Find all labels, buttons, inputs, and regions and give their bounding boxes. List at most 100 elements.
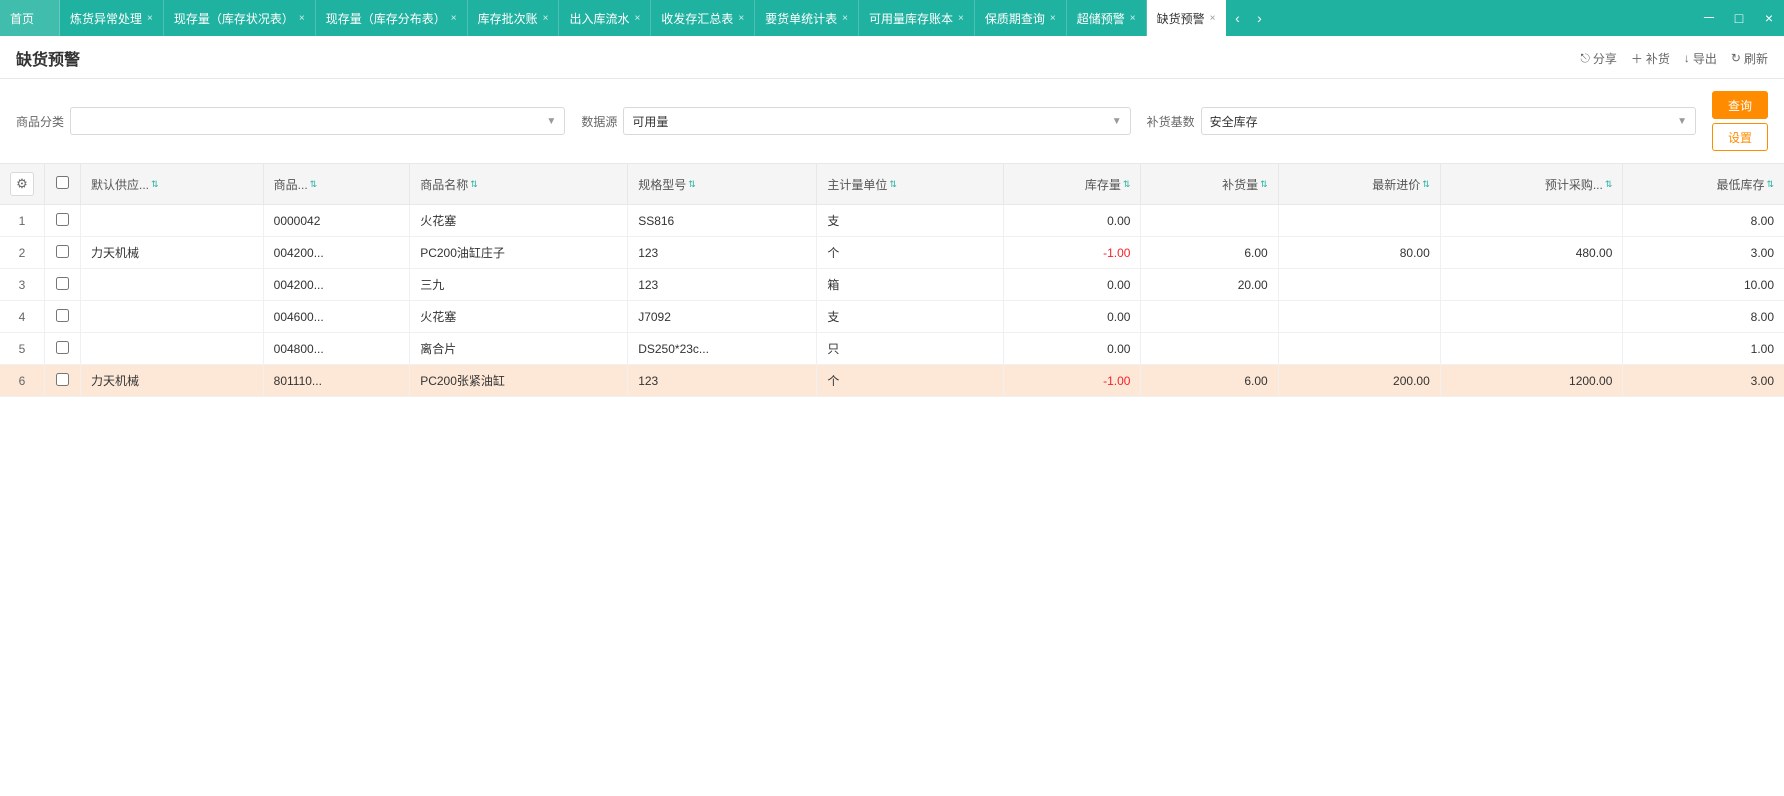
table-row: 2 力天机械 004200... PC200油缸庄子 123 个 -1.00 6… <box>0 237 1784 269</box>
th-stock: 库存量 ⇅ <box>1004 164 1141 205</box>
cell-name: 火花塞 <box>410 301 628 333</box>
tab-ydtj[interactable]: 要货单统计表 × <box>755 0 859 36</box>
tab-close-bqcx[interactable]: × <box>1050 13 1056 24</box>
export-action[interactable]: ↓ 导出 <box>1684 50 1717 67</box>
cell-name: 离合片 <box>410 333 628 365</box>
window-close-button[interactable]: × <box>1754 0 1784 36</box>
row-checkbox[interactable] <box>56 373 69 386</box>
row-checkbox[interactable] <box>56 213 69 226</box>
tab-close-crls[interactable]: × <box>634 13 640 24</box>
datasource-label: 数据源 <box>581 113 617 130</box>
cell-code: 004200... <box>263 237 410 269</box>
th-replenish-sort-icon: ⇅ <box>1260 179 1268 190</box>
cell-min-stock: 3.00 <box>1623 237 1784 269</box>
share-action[interactable]: ⎋ 分享 <box>1580 50 1617 67</box>
filter-buttons: 查询 设置 <box>1712 91 1768 151</box>
tab-xcfb[interactable]: 现存量（库存分布表） × <box>316 0 468 36</box>
tab-close-kyzh[interactable]: × <box>958 13 964 24</box>
cell-spec: 123 <box>628 237 817 269</box>
table-row: 4 004600... 火花塞 J7092 支 0.00 8.00 <box>0 301 1784 333</box>
tab-close-xcfb[interactable]: × <box>451 13 457 24</box>
category-label: 商品分类 <box>16 113 64 130</box>
th-spec-label: 规格型号 <box>638 176 686 193</box>
main-content: 缺货预警 ⎋ 分享 ＋ 补货 ↓ 导出 ↻ 刷新 商品分类 <box>0 36 1784 796</box>
tab-xczk[interactable]: 现存量（库存状况表） × <box>164 0 316 36</box>
th-min-stock-sort-icon: ⇅ <box>1766 179 1774 190</box>
th-estimated: 预计采购... ⇅ <box>1440 164 1623 205</box>
cell-supplier <box>81 301 264 333</box>
th-checkbox <box>45 164 81 205</box>
tab-lyjc[interactable]: 炼货异常处理 × <box>60 0 164 36</box>
tab-close-ccyj[interactable]: × <box>1130 13 1136 24</box>
tab-close-xczk[interactable]: × <box>299 13 305 24</box>
window-max-button[interactable]: □ <box>1724 0 1754 36</box>
tab-kpzh[interactable]: 库存批次账 × <box>468 0 560 36</box>
table-row: 3 004200... 三九 123 箱 0.00 20.00 10.00 <box>0 269 1784 301</box>
cell-supplier <box>81 333 264 365</box>
cell-replenish <box>1141 205 1278 237</box>
tab-shzh[interactable]: 收发存汇总表 × <box>651 0 755 36</box>
th-estimated-label: 预计采购... <box>1545 176 1603 193</box>
tab-kyzh[interactable]: 可用量库存账本 × <box>859 0 975 36</box>
tab-close-kpzh[interactable]: × <box>543 13 549 24</box>
window-controls: － □ × <box>1694 0 1784 36</box>
cell-estimated <box>1440 333 1623 365</box>
row-checkbox[interactable] <box>56 277 69 290</box>
tab-qhyj[interactable]: 缺货预警 × <box>1147 0 1227 36</box>
tab-crls[interactable]: 出入库流水 × <box>559 0 651 36</box>
select-all-checkbox[interactable] <box>56 176 69 189</box>
th-latest-price-sort-icon: ⇅ <box>1422 179 1430 190</box>
cell-stock: 0.00 <box>1004 269 1141 301</box>
share-icon: ⎋ <box>1580 51 1590 66</box>
cell-unit: 个 <box>817 237 1004 269</box>
th-code: 商品... ⇅ <box>263 164 410 205</box>
tab-ccyj[interactable]: 超储预警 × <box>1067 0 1147 36</box>
cell-spec: DS250*23c... <box>628 333 817 365</box>
th-replenish-label: 补货量 <box>1222 176 1258 193</box>
page-title: 缺货预警 <box>16 46 80 70</box>
datasource-select[interactable]: 可用量 ▼ <box>623 107 1130 135</box>
cell-name: 三九 <box>410 269 628 301</box>
cell-idx: 1 <box>0 205 45 237</box>
cell-idx: 4 <box>0 301 45 333</box>
tab-close-shzh[interactable]: × <box>738 13 744 24</box>
tab-close-ydtj[interactable]: × <box>842 13 848 24</box>
cell-stock: -1.00 <box>1004 365 1141 397</box>
query-button[interactable]: 查询 <box>1712 91 1768 119</box>
tab-nav-next[interactable]: › <box>1248 0 1270 36</box>
table-row: 5 004800... 离合片 DS250*23c... 只 0.00 1.00 <box>0 333 1784 365</box>
tab-close-lyjc[interactable]: × <box>147 13 153 24</box>
row-checkbox[interactable] <box>56 309 69 322</box>
data-table: ⚙ 默认供应... ⇅ 商品... ⇅ <box>0 164 1784 397</box>
tab-home[interactable]: 首页 <box>0 0 60 36</box>
tab-close-qhyj[interactable]: × <box>1210 13 1216 24</box>
datasource-filter-group: 数据源 可用量 ▼ <box>581 107 1130 135</box>
th-code-label: 商品... <box>274 176 308 193</box>
cell-replenish <box>1141 333 1278 365</box>
refresh-icon: ↻ <box>1731 51 1741 65</box>
cell-stock: 0.00 <box>1004 333 1141 365</box>
column-settings-button[interactable]: ⚙ <box>10 172 34 196</box>
setting-button[interactable]: 设置 <box>1712 123 1768 151</box>
cell-unit: 支 <box>817 301 1004 333</box>
th-name-label: 商品名称 <box>420 176 468 193</box>
row-checkbox[interactable] <box>56 341 69 354</box>
cell-supplier <box>81 269 264 301</box>
cell-code: 004800... <box>263 333 410 365</box>
cell-checkbox <box>45 333 81 365</box>
supplement-action[interactable]: ＋ 补货 <box>1631 50 1670 67</box>
cell-spec: SS816 <box>628 205 817 237</box>
cell-latest-price: 80.00 <box>1278 237 1440 269</box>
replenish-select[interactable]: 安全库存 ▼ <box>1201 107 1696 135</box>
window-min-button[interactable]: － <box>1694 0 1724 36</box>
cell-min-stock: 8.00 <box>1623 301 1784 333</box>
th-estimated-sort-icon: ⇅ <box>1605 179 1613 190</box>
replenish-label: 补货基数 <box>1147 113 1195 130</box>
tab-bqcx[interactable]: 保质期查询 × <box>975 0 1067 36</box>
category-select[interactable]: ▼ <box>70 107 565 135</box>
cell-estimated <box>1440 205 1623 237</box>
supplement-icon: ＋ <box>1631 50 1643 67</box>
tab-nav-prev[interactable]: ‹ <box>1226 0 1248 36</box>
refresh-action[interactable]: ↻ 刷新 <box>1731 50 1768 67</box>
row-checkbox[interactable] <box>56 245 69 258</box>
